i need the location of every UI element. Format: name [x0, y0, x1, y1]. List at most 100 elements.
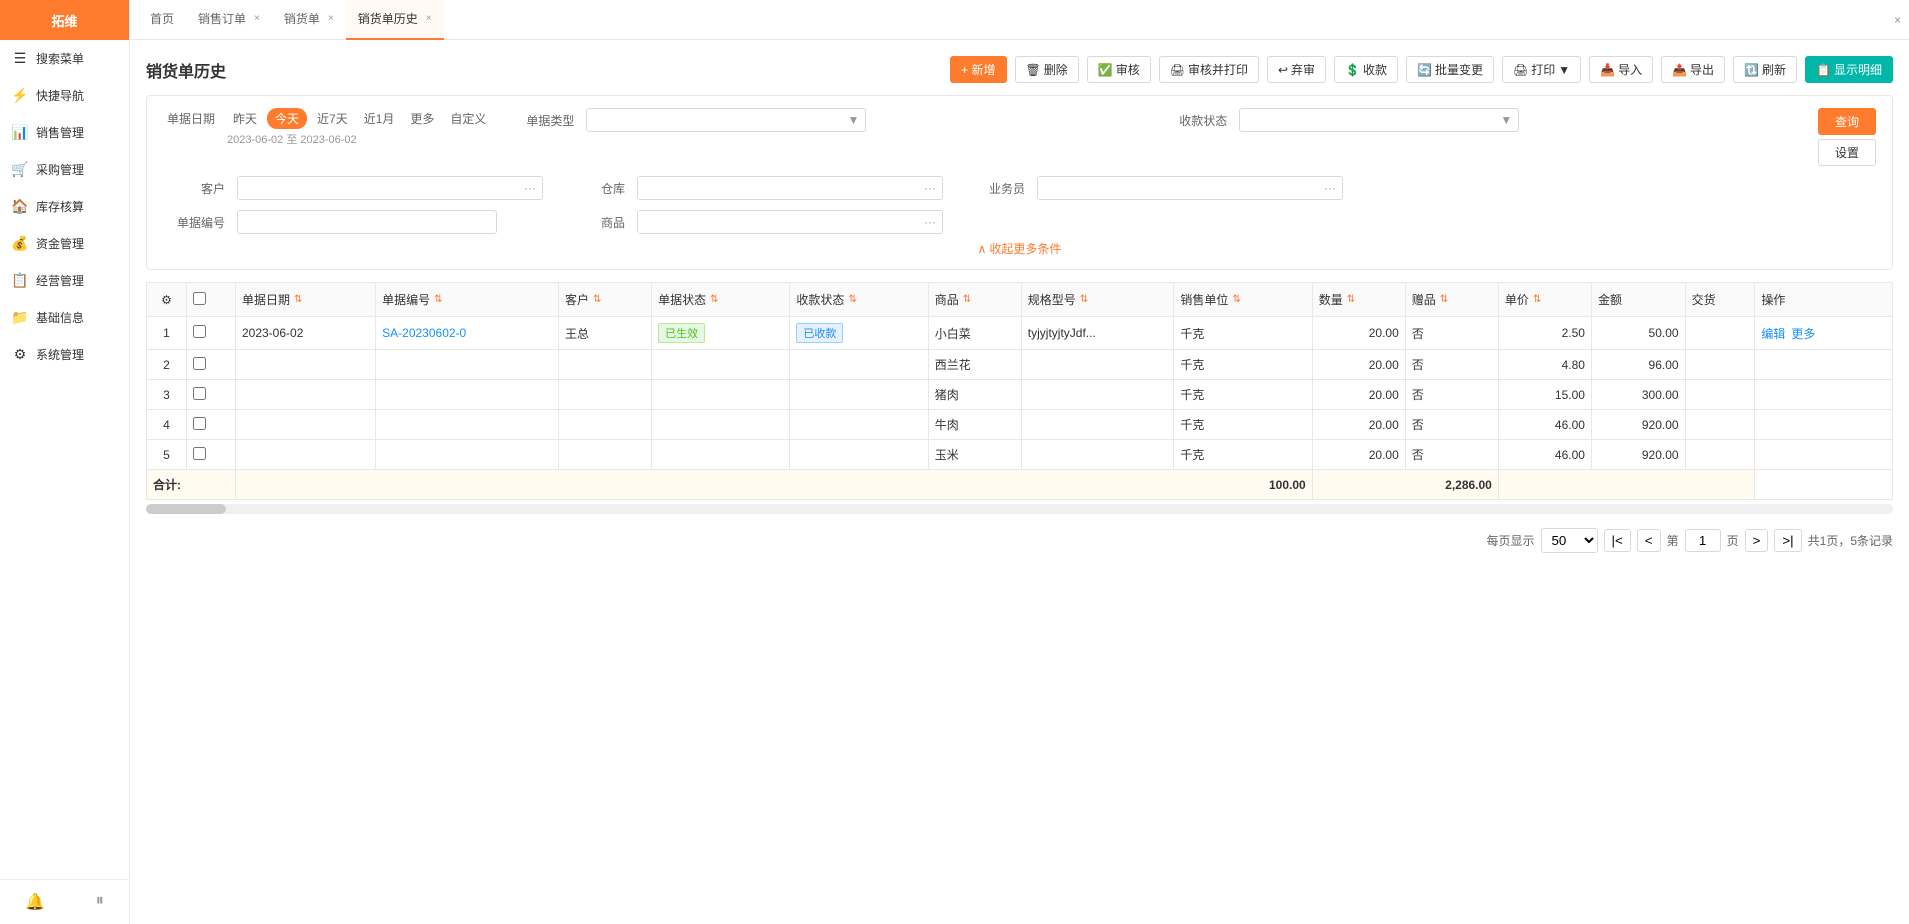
row-spec — [1021, 440, 1174, 470]
doc-type-dropdown[interactable]: ▼ — [842, 113, 866, 127]
col-settings[interactable]: ⚙ — [147, 283, 187, 317]
action-link-更多[interactable]: 更多 — [1791, 327, 1815, 341]
col-unit-price[interactable]: 单价 ⇅ — [1498, 283, 1591, 317]
action-link-编辑[interactable]: 编辑 — [1761, 327, 1785, 341]
sidebar-item-base-info[interactable]: 📁 基础信息 — [0, 299, 129, 336]
doc-no-input[interactable] — [237, 210, 497, 234]
row-transaction — [1685, 380, 1755, 410]
delete-button[interactable]: 🗑 删除 — [1015, 56, 1079, 83]
new-button[interactable]: + 新增 — [950, 56, 1006, 83]
refresh-button[interactable]: 🔃 刷新 — [1733, 56, 1797, 83]
notification-icon[interactable]: 🔔 — [25, 892, 45, 912]
doc-type-input[interactable] — [587, 109, 841, 131]
tab-sales-order[interactable]: 销售订单 × — [186, 0, 272, 40]
row-checkbox[interactable] — [187, 350, 236, 380]
filter-yesterday[interactable]: 昨天 — [227, 108, 263, 129]
sidebar-item-system-mgmt[interactable]: ⚙ 系统管理 — [0, 336, 129, 373]
sidebar-item-inventory[interactable]: 🏠 库存核算 — [0, 188, 129, 225]
row-select-checkbox[interactable] — [193, 325, 206, 338]
row-checkbox[interactable] — [187, 410, 236, 440]
row-checkbox[interactable] — [187, 380, 236, 410]
collapse-button[interactable]: ∧ 收起更多条件 — [163, 240, 1876, 257]
row-select-checkbox[interactable] — [193, 387, 206, 400]
col-unit[interactable]: 销售单位 ⇅ — [1174, 283, 1312, 317]
show-details-button[interactable]: 📋 显示明细 — [1805, 56, 1893, 83]
per-page-select[interactable]: 50 10 20 100 — [1541, 528, 1598, 553]
row-checkbox[interactable] — [187, 317, 236, 350]
tab-sales-history-close[interactable]: × — [426, 13, 432, 24]
query-button[interactable]: 查询 — [1818, 108, 1876, 135]
sidebar-item-purchase-mgmt[interactable]: 🛒 采购管理 — [0, 151, 129, 188]
tab-sales-order-close[interactable]: × — [254, 13, 260, 24]
horizontal-scrollbar[interactable] — [146, 504, 1893, 514]
sidebar-item-operations[interactable]: 📋 经营管理 — [0, 262, 129, 299]
pause-icon[interactable]: ⏸ — [96, 892, 104, 912]
salesperson-input[interactable] — [1038, 177, 1318, 199]
filter-7days[interactable]: 近7天 — [311, 108, 354, 129]
prev-page-button[interactable]: < — [1637, 529, 1661, 552]
row-select-checkbox[interactable] — [193, 417, 206, 430]
sidebar-item-label: 搜索菜单 — [36, 50, 84, 67]
filter-custom[interactable]: 自定义 — [444, 108, 492, 129]
col-doc-status[interactable]: 单据状态 ⇅ — [652, 283, 790, 317]
col-transaction: 交货 — [1685, 283, 1755, 317]
tab-home[interactable]: 首页 — [138, 0, 186, 40]
salesperson-picker[interactable]: ··· — [1318, 177, 1342, 199]
next-page-button[interactable]: > — [1745, 529, 1769, 552]
row-select-checkbox[interactable] — [193, 357, 206, 370]
warehouse-picker[interactable]: ··· — [918, 177, 942, 199]
delete-icon: 🗑 — [1026, 63, 1041, 77]
sidebar-item-sales-mgmt[interactable]: 📊 销售管理 — [0, 114, 129, 151]
col-customer[interactable]: 客户 ⇅ — [559, 283, 652, 317]
setting-button[interactable]: 设置 — [1818, 139, 1876, 166]
settings-icon[interactable]: ⚙ — [161, 293, 172, 307]
goods-input[interactable] — [638, 211, 918, 233]
quick-nav-icon: ⚡ — [12, 88, 28, 104]
tab-sales-history[interactable]: 销货单历史 × — [346, 0, 444, 40]
customer-picker[interactable]: ··· — [518, 177, 542, 199]
col-qty[interactable]: 数量 ⇅ — [1312, 283, 1405, 317]
col-goods[interactable]: 商品 ⇅ — [928, 283, 1021, 317]
print-button[interactable]: 🖨 打印 ▼ — [1502, 56, 1581, 83]
page-number-input[interactable] — [1685, 529, 1721, 552]
sidebar-item-finance-mgmt[interactable]: 💰 资金管理 — [0, 225, 129, 262]
status-badge: 已生效 — [658, 323, 705, 343]
collect-button[interactable]: 💲 收款 — [1334, 56, 1398, 83]
close-all-button[interactable]: × — [1894, 13, 1901, 27]
row-transaction — [1685, 317, 1755, 350]
col-spec[interactable]: 规格型号 ⇅ — [1021, 283, 1174, 317]
tab-sales-goods[interactable]: 销货单 × — [272, 0, 346, 40]
select-all-checkbox[interactable] — [193, 292, 206, 305]
col-payment-status[interactable]: 收款状态 ⇅ — [790, 283, 928, 317]
export-button[interactable]: 📤 导出 — [1661, 56, 1725, 83]
sidebar-item-quick-nav[interactable]: ⚡ 快捷导航 — [0, 77, 129, 114]
row-actions[interactable]: 编辑更多 — [1755, 317, 1893, 350]
row-doc-status — [652, 380, 790, 410]
row-select-checkbox[interactable] — [193, 447, 206, 460]
first-page-button[interactable]: |< — [1604, 529, 1631, 552]
row-checkbox[interactable] — [187, 440, 236, 470]
batch-change-button[interactable]: 🔄 批量变更 — [1406, 56, 1494, 83]
col-gift[interactable]: 赠品 ⇅ — [1405, 283, 1498, 317]
abandon-button[interactable]: ↩ 弃审 — [1267, 56, 1326, 83]
col-doc-date[interactable]: 单据日期 ⇅ — [235, 283, 375, 317]
filter-more[interactable]: 更多 — [404, 108, 440, 129]
sidebar-item-search-menu[interactable]: ☰ 搜索菜单 — [0, 40, 129, 77]
warehouse-input[interactable] — [638, 177, 918, 199]
row-unit-price: 15.00 — [1498, 380, 1591, 410]
import-button[interactable]: 📥 导入 — [1589, 56, 1653, 83]
filter-1month[interactable]: 近1月 — [358, 108, 401, 129]
filter-today[interactable]: 今天 — [267, 108, 307, 129]
last-page-button[interactable]: >| — [1774, 529, 1801, 552]
payment-status-dropdown[interactable]: ▼ — [1494, 113, 1518, 127]
audit-print-button[interactable]: 🖨 审核并打印 — [1159, 56, 1259, 83]
tab-sales-goods-close[interactable]: × — [328, 13, 334, 24]
doc-no-link[interactable]: SA-20230602-0 — [382, 326, 466, 340]
col-doc-no[interactable]: 单据编号 ⇅ — [376, 283, 559, 317]
payment-status-input[interactable] — [1240, 109, 1494, 131]
customer-input[interactable] — [238, 177, 518, 199]
col-checkbox[interactable] — [187, 283, 236, 317]
sidebar-item-label: 采购管理 — [36, 161, 84, 178]
goods-picker[interactable]: ··· — [918, 211, 942, 233]
audit-button[interactable]: ✅ 审核 — [1087, 56, 1151, 83]
